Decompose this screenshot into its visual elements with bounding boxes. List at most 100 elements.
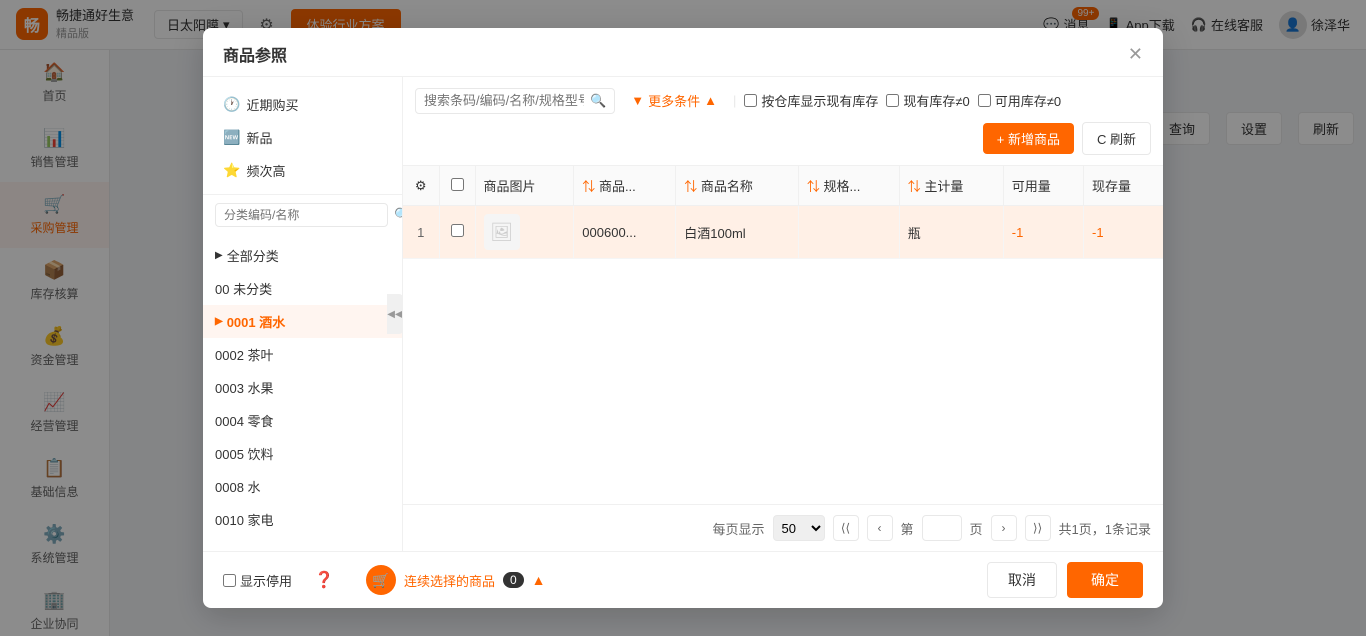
cell-checkbox[interactable] (439, 206, 475, 259)
table-body: 1 🖼 000600... 白酒100ml 瓶 (403, 206, 1163, 259)
product-table-wrap: ⚙ 商品图片 ⇅ 商品... ⇅ 商品名称 (403, 166, 1163, 504)
confirm-button[interactable]: 确定 (1067, 562, 1143, 598)
help-icon[interactable]: ❓ (314, 570, 334, 590)
cat-item-0003[interactable]: 0003 水果 (203, 371, 402, 404)
cat-item-0005[interactable]: 0005 饮料 (203, 437, 402, 470)
product-right-panel: 🔍 ▼ 更多条件 ▲ | 按仓库显示现有库存 现有库存≠0 (403, 77, 1163, 551)
cell-name: 白酒100ml (676, 206, 799, 259)
cell-index: 1 (403, 206, 439, 259)
cell-stock: -1 (1083, 206, 1163, 259)
col-spec: ⇅ 规格... (798, 166, 899, 206)
cat-item-0010[interactable]: 0010 家电 (203, 503, 402, 536)
page-number-input[interactable]: 1 (922, 515, 962, 541)
image-placeholder-icon: 🖼 (490, 222, 513, 243)
cell-unit: 瓶 (899, 206, 1003, 259)
last-page-button[interactable]: ⟩⟩ (1025, 515, 1051, 541)
check-by-warehouse[interactable]: 按仓库显示现有库存 (744, 91, 878, 110)
table-header: ⚙ 商品图片 ⇅ 商品... ⇅ 商品名称 (403, 166, 1163, 206)
col-name: ⇅ 商品名称 (676, 166, 799, 206)
refresh-button[interactable]: C 刷新 (1082, 122, 1151, 155)
pagination: 每页显示 50 100 200 ⟨⟨ ‹ 第 1 页 › ⟩⟩ 共1页，1条记录 (403, 504, 1163, 551)
cart-icon: 🛒 (366, 565, 396, 595)
star-icon: ⭐ (223, 162, 240, 179)
product-reference-modal: 商品参照 ✕ 🕐 近期购买 🆕 新品 ⭐ 频次高 (203, 28, 1163, 608)
add-product-button[interactable]: + 新增商品 (983, 123, 1074, 154)
col-settings[interactable]: ⚙ (403, 166, 439, 206)
new-icon: 🆕 (223, 129, 240, 146)
modal-close-button[interactable]: ✕ (1128, 44, 1143, 65)
recent-icon: 🕐 (223, 96, 240, 113)
table-row[interactable]: 1 🖼 000600... 白酒100ml 瓶 (403, 206, 1163, 259)
modal-overlay: 商品参照 ✕ 🕐 近期购买 🆕 新品 ⭐ 频次高 (0, 0, 1366, 636)
expand-icon: ▶ (215, 250, 223, 261)
recent-tag[interactable]: 🕐 近期购买 (215, 89, 390, 120)
total-pages-info: 共1页，1条记录 (1059, 519, 1151, 538)
cell-available: -1 (1003, 206, 1083, 259)
check-available-nonzero[interactable]: 现有库存≠0 (886, 91, 969, 110)
sort-icon-code[interactable]: ⇅ (582, 179, 595, 194)
cell-image: 🖼 (475, 206, 574, 259)
filter-icon: ▼ (631, 93, 644, 108)
sort-icon-unit[interactable]: ⇅ (908, 179, 921, 194)
cancel-button[interactable]: 取消 (987, 562, 1057, 598)
col-image: 商品图片 (475, 166, 574, 206)
search-box: 🔍 (415, 88, 615, 114)
prev-page-button[interactable]: ‹ (867, 515, 893, 541)
product-table: ⚙ 商品图片 ⇅ 商品... ⇅ 商品名称 (403, 166, 1163, 259)
cat-item-0004[interactable]: 0004 零食 (203, 404, 402, 437)
per-page-label: 每页显示 (712, 519, 764, 538)
page-label: 第 (901, 519, 914, 538)
cart-count: 0 (503, 572, 524, 588)
page-of-label: 页 (970, 519, 983, 538)
modal-footer: 显示停用 ❓ 🛒 连续选择的商品 0 ▲ 取消 确定 (203, 551, 1163, 608)
modal-header: 商品参照 ✕ (203, 28, 1163, 77)
search-icon[interactable]: 🔍 (590, 93, 606, 109)
checkbox-by-warehouse[interactable] (744, 94, 757, 107)
col-checkbox[interactable] (439, 166, 475, 206)
cell-code: 000600... (574, 206, 676, 259)
cat-item-0002[interactable]: 0002 茶叶 (203, 338, 402, 371)
next-page-button[interactable]: › (991, 515, 1017, 541)
show-disabled-checkbox[interactable] (223, 574, 236, 587)
filter-divider: | (733, 93, 736, 108)
expand-icon-0001: ▶ (215, 316, 223, 327)
quick-tags: 🕐 近期购买 🆕 新品 ⭐ 频次高 (203, 89, 402, 195)
new-tag[interactable]: 🆕 新品 (215, 122, 390, 153)
cart-area[interactable]: 🛒 连续选择的商品 0 ▲ (366, 565, 546, 595)
cat-item-0008[interactable]: 0008 水 (203, 470, 402, 503)
sort-icon-spec[interactable]: ⇅ (807, 179, 820, 194)
select-all-checkbox[interactable] (451, 178, 464, 191)
first-page-button[interactable]: ⟨⟨ (833, 515, 859, 541)
category-search-icon[interactable]: 🔍 (394, 207, 403, 223)
checkbox-usable[interactable] (978, 94, 991, 107)
category-left-panel: 🕐 近期购买 🆕 新品 ⭐ 频次高 ◀◀ 🔍 (203, 77, 403, 551)
modal-title: 商品参照 (223, 42, 287, 66)
category-tree: ▶ 全部分类 00 未分类 ▶ 0001 酒水 0002 茶叶 0003 水果 (203, 235, 402, 540)
category-search-input[interactable] (215, 203, 388, 227)
cat-item-all[interactable]: ▶ 全部分类 (203, 239, 402, 272)
col-stock: 现存量 (1083, 166, 1163, 206)
col-unit: ⇅ 主计量 (899, 166, 1003, 206)
per-page-select[interactable]: 50 100 200 (773, 515, 825, 541)
show-disabled-check[interactable]: 显示停用 (223, 571, 292, 590)
search-input[interactable] (424, 93, 584, 108)
check-usable-nonzero[interactable]: 可用库存≠0 (978, 91, 1061, 110)
collapse-panel-button[interactable]: ◀◀ (387, 294, 403, 334)
cell-spec (798, 206, 899, 259)
frequent-tag[interactable]: ⭐ 频次高 (215, 155, 390, 186)
col-code: ⇅ 商品... (574, 166, 676, 206)
chevron-up-icon: ▲ (704, 93, 717, 108)
cat-item-00[interactable]: 00 未分类 (203, 272, 402, 305)
filter-more-button[interactable]: ▼ 更多条件 ▲ (623, 87, 725, 114)
chevron-up-icon[interactable]: ▲ (532, 572, 546, 588)
product-thumbnail: 🖼 (484, 214, 520, 250)
cart-label: 连续选择的商品 (404, 571, 495, 590)
cat-item-0001[interactable]: ▶ 0001 酒水 (203, 305, 402, 338)
toolbar: 🔍 ▼ 更多条件 ▲ | 按仓库显示现有库存 现有库存≠0 (403, 77, 1163, 166)
category-search-area: 🔍 (203, 195, 402, 235)
row-checkbox[interactable] (451, 224, 464, 237)
footer-buttons: 取消 确定 (987, 562, 1143, 598)
checkbox-available[interactable] (886, 94, 899, 107)
sort-icon-name[interactable]: ⇅ (684, 179, 697, 194)
modal-body: 🕐 近期购买 🆕 新品 ⭐ 频次高 ◀◀ 🔍 (203, 77, 1163, 551)
